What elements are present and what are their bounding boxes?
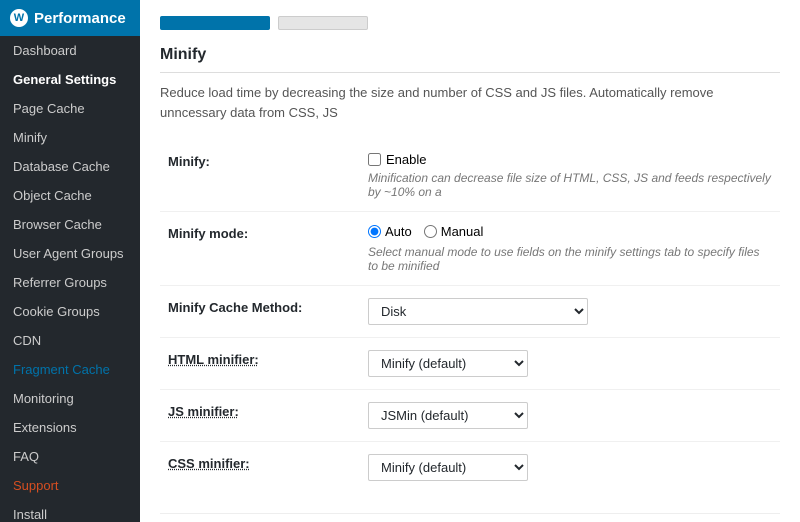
- minify-cache-method-row: Minify Cache Method: Disk: [160, 286, 780, 338]
- sidebar-logo: [10, 9, 28, 27]
- sidebar-item-object-cache[interactable]: Object Cache: [0, 181, 140, 210]
- sidebar-item-database-cache[interactable]: Database Cache: [0, 152, 140, 181]
- minify-enable-checkbox-label: Enable: [386, 152, 426, 167]
- js-minifier-cell: JSMin (default): [360, 390, 780, 442]
- content-area: Minify Reduce load time by decreasing th…: [140, 0, 800, 522]
- enable-checkbox-container: Enable Minification can decrease file si…: [368, 152, 772, 199]
- radio-auto-text: Auto: [385, 224, 412, 239]
- html-minifier-label: HTML minifier:: [160, 338, 360, 390]
- radio-row-container: Auto Manual Select manual mode to use fi…: [368, 224, 772, 273]
- minify-enable-label: Minify:: [160, 140, 360, 212]
- css-minifier-row: CSS minifier: Minify (default): [160, 442, 780, 494]
- minify-mode-subdesc: Select manual mode to use fields on the …: [368, 245, 772, 273]
- sidebar-item-install[interactable]: Install: [0, 500, 140, 522]
- settings-table: Minify: Enable Minification can decrease…: [160, 140, 780, 493]
- sidebar-item-minify[interactable]: Minify: [0, 123, 140, 152]
- sidebar: Performance Dashboard General Settings P…: [0, 0, 140, 522]
- minify-enable-checkbox[interactable]: [368, 153, 381, 166]
- radio-manual-label[interactable]: Manual: [424, 224, 484, 239]
- minify-enable-subdesc: Minification can decrease file size of H…: [368, 171, 772, 199]
- html-minifier-cell: Minify (default): [360, 338, 780, 390]
- sidebar-item-support[interactable]: Support: [0, 471, 140, 500]
- save-settings-top-button[interactable]: [160, 16, 270, 30]
- minify-enable-cell: Enable Minification can decrease file si…: [360, 140, 780, 212]
- bottom-buttons-row: Save all settings Empty cache: [160, 513, 780, 522]
- empty-cache-top-button[interactable]: [278, 16, 368, 30]
- sidebar-item-cdn[interactable]: CDN: [0, 326, 140, 355]
- css-minifier-label: CSS minifier:: [160, 442, 360, 494]
- css-minifier-label-text: CSS minifier:: [168, 456, 250, 471]
- minify-description: Reduce load time by decreasing the size …: [160, 83, 780, 122]
- minify-section-heading: Minify: [160, 46, 780, 73]
- js-minifier-row: JS minifier: JSMin (default): [160, 390, 780, 442]
- sidebar-header[interactable]: Performance: [0, 0, 140, 36]
- radio-manual[interactable]: [424, 225, 437, 238]
- main-content: Minify Reduce load time by decreasing th…: [140, 0, 800, 522]
- sidebar-item-referrer-groups[interactable]: Referrer Groups: [0, 268, 140, 297]
- js-minifier-select[interactable]: JSMin (default): [368, 402, 528, 429]
- minify-mode-row: Minify mode: Auto Manual: [160, 212, 780, 286]
- sidebar-title: Performance: [34, 10, 126, 27]
- sidebar-item-dashboard[interactable]: Dashboard: [0, 36, 140, 65]
- minify-enable-row: Minify: Enable Minification can decrease…: [160, 140, 780, 212]
- minify-cache-method-label: Minify Cache Method:: [160, 286, 360, 338]
- sidebar-item-page-cache[interactable]: Page Cache: [0, 94, 140, 123]
- enable-check-wrapper: Enable: [368, 152, 426, 167]
- sidebar-item-general-settings[interactable]: General Settings: [0, 65, 140, 94]
- css-minifier-select[interactable]: Minify (default): [368, 454, 528, 481]
- sidebar-item-browser-cache[interactable]: Browser Cache: [0, 210, 140, 239]
- sidebar-item-extensions[interactable]: Extensions: [0, 413, 140, 442]
- sidebar-item-faq[interactable]: FAQ: [0, 442, 140, 471]
- minify-mode-label: Minify mode:: [160, 212, 360, 286]
- minify-cache-method-cell: Disk: [360, 286, 780, 338]
- sidebar-item-cookie-groups[interactable]: Cookie Groups: [0, 297, 140, 326]
- sidebar-item-fragment-cache[interactable]: Fragment Cache: [0, 355, 140, 384]
- css-minifier-cell: Minify (default): [360, 442, 780, 494]
- top-buttons-row: [160, 16, 780, 30]
- minify-mode-cell: Auto Manual Select manual mode to use fi…: [360, 212, 780, 286]
- sidebar-item-monitoring[interactable]: Monitoring: [0, 384, 140, 413]
- html-minifier-label-text: HTML minifier:: [168, 352, 259, 367]
- radio-options: Auto Manual: [368, 224, 772, 239]
- radio-auto[interactable]: [368, 225, 381, 238]
- html-minifier-select[interactable]: Minify (default): [368, 350, 528, 377]
- html-minifier-row: HTML minifier: Minify (default): [160, 338, 780, 390]
- radio-manual-text: Manual: [441, 224, 484, 239]
- js-minifier-label-text: JS minifier:: [168, 404, 239, 419]
- js-minifier-label: JS minifier:: [160, 390, 360, 442]
- radio-auto-label[interactable]: Auto: [368, 224, 412, 239]
- sidebar-item-user-agent-groups[interactable]: User Agent Groups: [0, 239, 140, 268]
- minify-cache-method-select[interactable]: Disk: [368, 298, 588, 325]
